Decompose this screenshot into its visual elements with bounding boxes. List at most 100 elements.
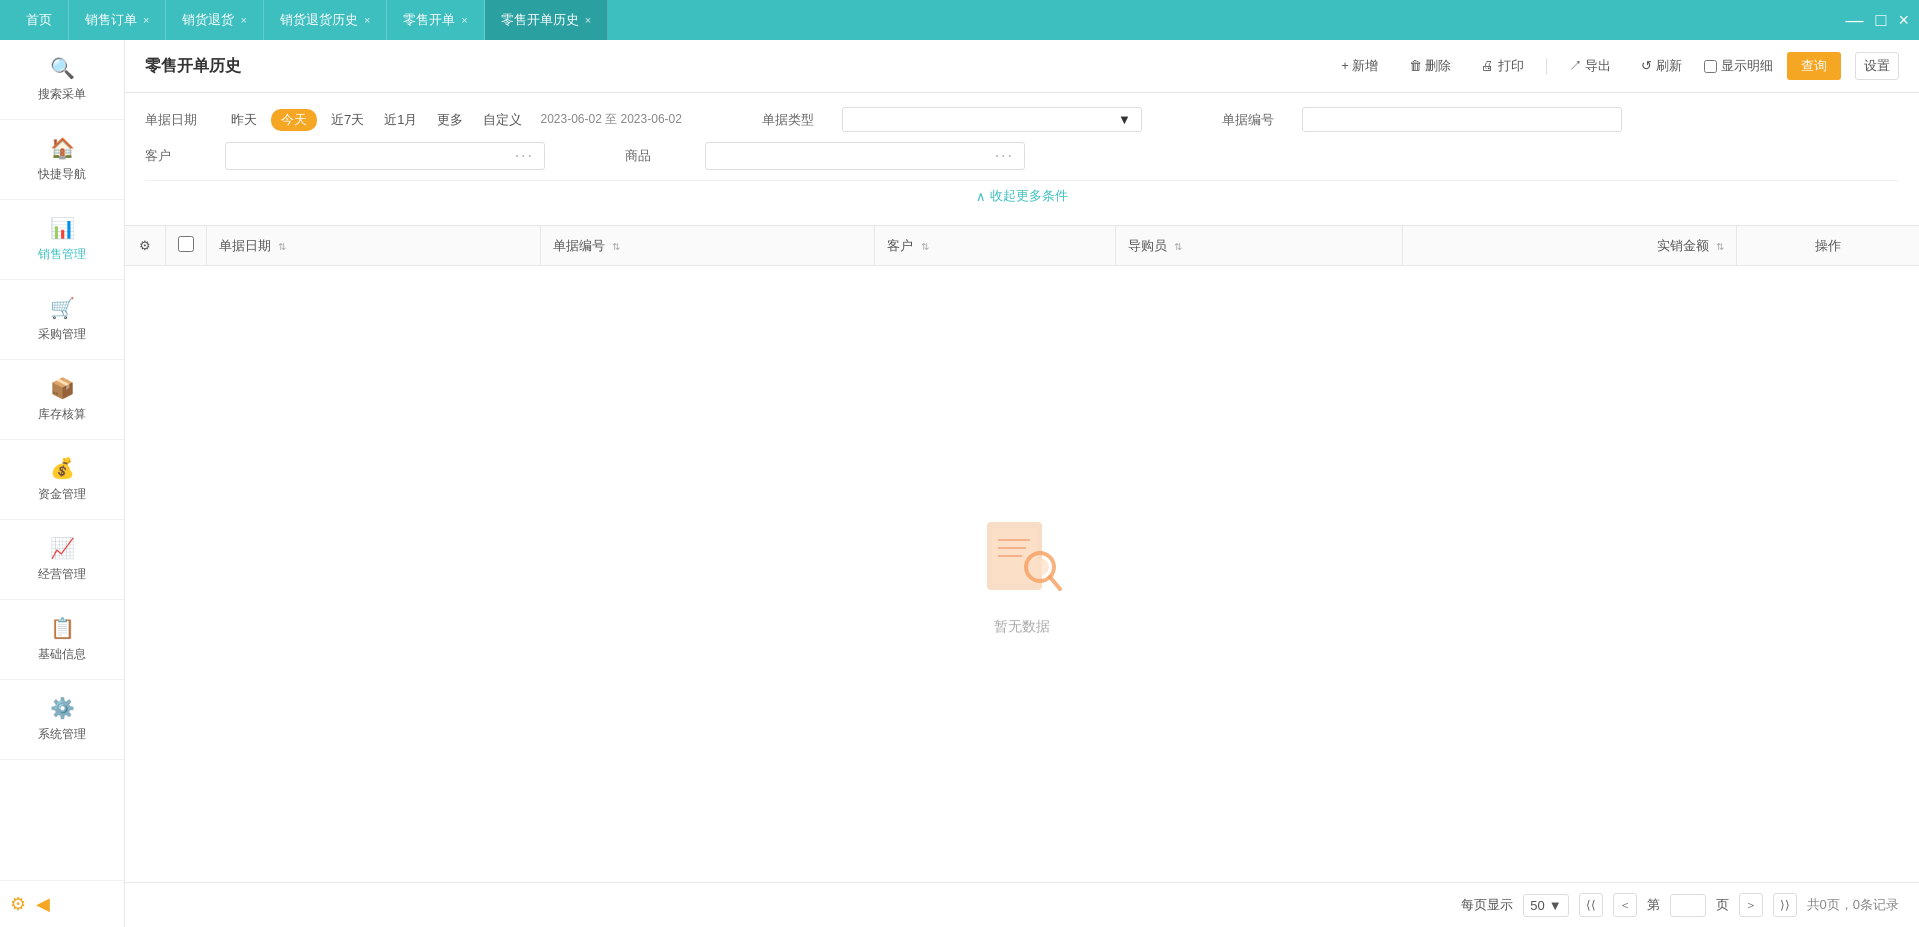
current-page-input[interactable]: 1: [1670, 894, 1706, 917]
print-button[interactable]: 🖨 打印: [1473, 53, 1532, 79]
show-detail-checkbox[interactable]: 显示明细: [1704, 57, 1773, 75]
last-page-button[interactable]: ⟩⟩: [1773, 893, 1797, 917]
tab-home[interactable]: 首页: [10, 0, 69, 40]
empty-text: 暂无数据: [994, 618, 1050, 636]
customer-dots: ···: [515, 147, 534, 165]
doc-no-input[interactable]: [1302, 107, 1622, 132]
sidebar-item-inventory[interactable]: 📦 库存核算: [0, 360, 124, 440]
product-input[interactable]: ···: [705, 142, 1025, 170]
show-detail-input[interactable]: [1704, 60, 1717, 73]
sidebar-item-operations[interactable]: 📈 经营管理: [0, 520, 124, 600]
prev-page-button[interactable]: ＜: [1613, 893, 1637, 917]
header-actions: + 新增 🗑 删除 🖨 打印 ↗ 导出 ↺ 刷新 显示明细 查询 设置: [1333, 52, 1899, 80]
add-button[interactable]: + 新增: [1333, 53, 1386, 79]
collapse-bar[interactable]: ∧ 收起更多条件: [145, 180, 1899, 211]
sidebar-item-inventory-label: 库存核算: [38, 406, 86, 423]
date-range: 2023-06-02 至 2023-06-02: [540, 111, 681, 128]
sidebar-item-sales-mgmt[interactable]: 📊 销售管理: [0, 200, 124, 280]
system-icon: ⚙️: [50, 696, 75, 720]
nav-maximize-icon[interactable]: □: [1876, 10, 1887, 31]
date-option-1month[interactable]: 近1月: [378, 109, 423, 131]
date-option-7days[interactable]: 近7天: [325, 109, 370, 131]
customer-input[interactable]: ···: [225, 142, 545, 170]
sidebar-item-purchase-mgmt[interactable]: 🛒 采购管理: [0, 280, 124, 360]
th-customer-label: 客户: [887, 238, 913, 253]
tab-sales-order[interactable]: 销售订单 ×: [69, 0, 166, 40]
close-retail-open-history-icon[interactable]: ×: [585, 14, 591, 26]
tab-sales-return[interactable]: 销货退货 ×: [166, 0, 263, 40]
svg-point-6: [1031, 558, 1049, 576]
th-date-label: 单据日期: [219, 238, 271, 253]
close-sales-order-icon[interactable]: ×: [143, 14, 149, 26]
page-size-chevron: ▼: [1549, 898, 1562, 913]
date-label: 单据日期: [145, 111, 205, 129]
main-layout: 🔍 搜索采单 🏠 快捷导航 📊 销售管理 🛒 采购管理 📦 库存核算 💰 资金管…: [0, 40, 1919, 927]
date-option-more[interactable]: 更多: [431, 109, 469, 131]
sales-mgmt-icon: 📊: [50, 216, 75, 240]
query-button[interactable]: 查询: [1787, 52, 1841, 80]
basic-info-icon: 📋: [50, 616, 75, 640]
sidebar-item-basic-info[interactable]: 📋 基础信息: [0, 600, 124, 680]
sort-date-icon[interactable]: ⇅: [278, 241, 286, 252]
th-customer: 客户 ⇅: [875, 226, 1115, 266]
product-label: 商品: [625, 147, 685, 165]
chevron-up-icon: ∧: [976, 189, 986, 204]
sort-guide-icon[interactable]: ⇅: [1174, 241, 1182, 252]
first-page-button[interactable]: ⟨⟨: [1579, 893, 1603, 917]
filter-row-1: 单据日期 昨天 今天 近7天 近1月 更多 自定义 2023-06-02 至 2…: [145, 107, 1899, 132]
customer-label: 客户: [145, 147, 205, 165]
close-sales-return-history-icon[interactable]: ×: [364, 14, 370, 26]
date-option-yesterday[interactable]: 昨天: [225, 109, 263, 131]
date-option-today[interactable]: 今天: [271, 109, 317, 131]
sidebar-item-purchase-mgmt-label: 采购管理: [38, 326, 86, 343]
operations-icon: 📈: [50, 536, 75, 560]
empty-illustration: [972, 512, 1072, 602]
inventory-icon: 📦: [50, 376, 75, 400]
product-dots: ···: [995, 147, 1014, 165]
tab-retail-open-history-label: 零售开单历史: [501, 11, 579, 29]
sidebar-item-sales-mgmt-label: 销售管理: [38, 246, 86, 263]
th-actions: 操作: [1737, 226, 1919, 266]
tab-retail-open-history[interactable]: 零售开单历史 ×: [485, 0, 608, 40]
sort-customer-icon[interactable]: ⇅: [921, 241, 929, 252]
tab-sales-return-history[interactable]: 销货退货历史 ×: [264, 0, 387, 40]
close-retail-open-icon[interactable]: ×: [461, 14, 467, 26]
next-page-button[interactable]: ＞: [1739, 893, 1763, 917]
th-doc-no-label: 单据编号: [553, 238, 605, 253]
sidebar-item-quick-nav-label: 快捷导航: [38, 166, 86, 183]
th-doc-no: 单据编号 ⇅: [540, 226, 874, 266]
sort-doc-no-icon[interactable]: ⇅: [612, 241, 620, 252]
sidebar-item-system[interactable]: ⚙️ 系统管理: [0, 680, 124, 760]
search-purchase-icon: 🔍: [50, 56, 75, 80]
th-checkbox: [165, 226, 206, 266]
sidebar-item-search-purchase[interactable]: 🔍 搜索采单: [0, 40, 124, 120]
page-size-value: 50: [1530, 898, 1544, 913]
table-header-row: ⚙ 单据日期 ⇅ 单据编号 ⇅: [125, 226, 1919, 266]
th-gear: ⚙: [125, 226, 165, 266]
collapse-sidebar-icon[interactable]: ◀: [36, 893, 50, 915]
quick-nav-icon: 🏠: [50, 136, 75, 160]
page-size-select[interactable]: 50 ▼: [1523, 894, 1568, 917]
tab-retail-open[interactable]: 零售开单 ×: [387, 0, 484, 40]
settings-icon[interactable]: ⚙: [10, 893, 26, 915]
close-sales-return-icon[interactable]: ×: [240, 14, 246, 26]
doc-type-select[interactable]: ▼: [842, 107, 1142, 132]
gear-icon[interactable]: ⚙: [139, 238, 151, 253]
refresh-button[interactable]: ↺ 刷新: [1633, 53, 1690, 79]
sidebar-item-finance[interactable]: 💰 资金管理: [0, 440, 124, 520]
nav-close-icon[interactable]: ×: [1898, 10, 1909, 31]
tab-home-label: 首页: [26, 11, 52, 29]
sidebar-item-finance-label: 资金管理: [38, 486, 86, 503]
settings-button[interactable]: 设置: [1855, 52, 1899, 80]
nav-minimize-icon[interactable]: —: [1846, 10, 1864, 31]
sidebar-item-system-label: 系统管理: [38, 726, 86, 743]
date-option-custom[interactable]: 自定义: [477, 109, 528, 131]
table-area: ⚙ 单据日期 ⇅ 单据编号 ⇅: [125, 226, 1919, 927]
doc-type-label: 单据类型: [762, 111, 822, 129]
sort-amount-icon[interactable]: ⇅: [1716, 241, 1724, 252]
delete-button[interactable]: 🗑 删除: [1401, 53, 1460, 79]
select-all-checkbox[interactable]: [178, 236, 194, 252]
export-button[interactable]: ↗ 导出: [1561, 53, 1620, 79]
sidebar-item-quick-nav[interactable]: 🏠 快捷导航: [0, 120, 124, 200]
page-unit: 页: [1716, 896, 1729, 914]
